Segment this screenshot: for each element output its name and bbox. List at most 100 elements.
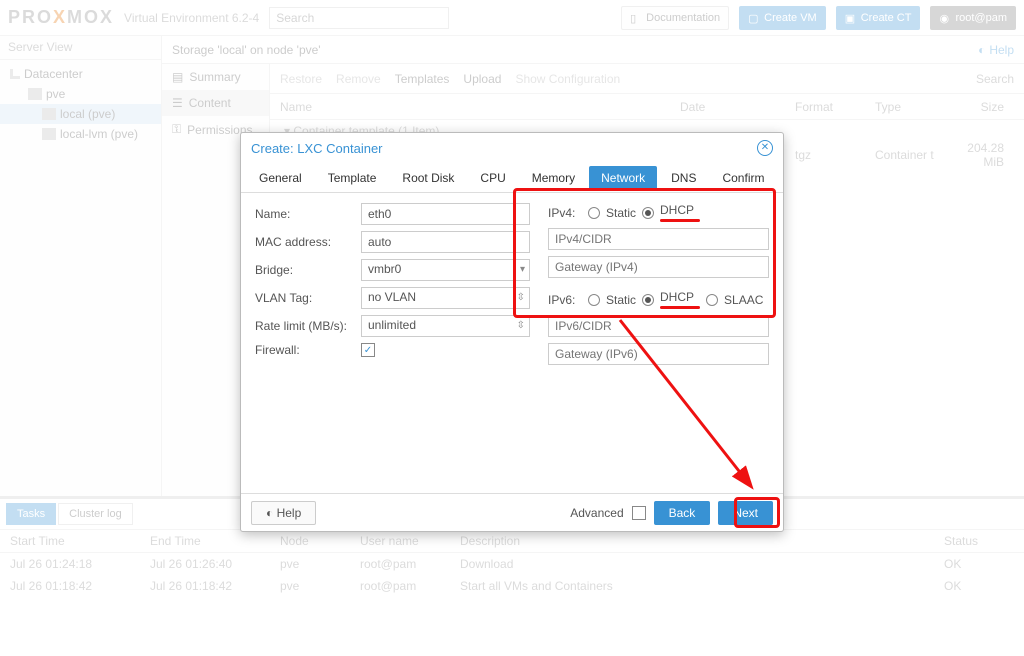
col-user[interactable]: User name xyxy=(350,534,450,548)
bridge-label: Bridge: xyxy=(255,263,355,277)
col-desc[interactable]: Description xyxy=(450,534,934,548)
tree-storage-locallvm[interactable]: local-lvm (pve) xyxy=(0,124,161,144)
grid-toolbar: Restore Remove Templates Upload Show Con… xyxy=(270,64,1024,94)
wizard-tabs: General Template Root Disk CPU Memory Ne… xyxy=(241,163,783,193)
ipv4-dhcp-radio[interactable] xyxy=(642,207,654,219)
col-format[interactable]: Format xyxy=(785,100,865,114)
user-icon: ◉ xyxy=(939,12,951,24)
user-menu[interactable]: ◉root@pam xyxy=(930,6,1016,30)
tab-summary[interactable]: ▤Summary xyxy=(162,64,269,90)
ipv6-static-radio[interactable] xyxy=(588,294,600,306)
col-type[interactable]: Type xyxy=(865,100,945,114)
ipv6-gw-input xyxy=(548,343,769,365)
create-ct-button[interactable]: ▣Create CT xyxy=(836,6,921,30)
notes-icon: ▤ xyxy=(172,70,183,84)
next-button[interactable]: Next xyxy=(718,501,773,525)
tree-node-pve[interactable]: pve xyxy=(0,84,161,104)
disk-icon xyxy=(42,108,56,120)
back-button[interactable]: Back xyxy=(654,501,711,525)
help-link[interactable]: ◐Help xyxy=(978,43,1014,57)
restore-button[interactable]: Restore xyxy=(280,72,322,86)
firewall-checkbox[interactable]: ✓ xyxy=(361,343,375,357)
col-name[interactable]: Name xyxy=(270,100,670,114)
col-starttime[interactable]: Start Time xyxy=(0,534,140,548)
tree-storage-local[interactable]: local (pve) xyxy=(0,104,161,124)
col-endtime[interactable]: End Time xyxy=(140,534,270,548)
lock-icon: ⚿ xyxy=(172,122,181,137)
help-icon: ◐ xyxy=(978,43,985,57)
col-date[interactable]: Date xyxy=(670,100,785,114)
ipv4-cidr-input xyxy=(548,228,769,250)
create-ct-wizard: Create: LXC Container ✕ General Template… xyxy=(240,132,784,532)
ipv4-static-label: Static xyxy=(606,206,636,220)
showcfg-button[interactable]: Show Configuration xyxy=(515,72,620,86)
mac-input[interactable] xyxy=(361,231,530,253)
ipv4-dhcp-label: DHCP xyxy=(660,203,700,222)
tab-network[interactable]: Network xyxy=(589,166,657,190)
help-button[interactable]: ◐ Help xyxy=(251,501,316,525)
modal-footer: ◐ Help Advanced Back Next xyxy=(241,493,783,531)
ipv4-label: IPv4: xyxy=(548,206,582,220)
mac-label: MAC address: xyxy=(255,235,355,249)
tree-datacenter[interactable]: Datacenter xyxy=(0,64,161,84)
tab-dns[interactable]: DNS xyxy=(659,166,708,190)
templates-button[interactable]: Templates xyxy=(395,72,450,86)
tab-cpu[interactable]: CPU xyxy=(468,166,517,190)
server-icon xyxy=(28,88,42,100)
tab-tasks[interactable]: Tasks xyxy=(6,503,56,525)
tab-memory[interactable]: Memory xyxy=(520,166,587,190)
advanced-label: Advanced xyxy=(570,506,623,520)
right-column: IPv4: Static DHCP IPv6: Static DHCP SLAA… xyxy=(548,203,769,483)
tree-head[interactable]: Server View xyxy=(0,36,161,60)
name-input[interactable] xyxy=(361,203,530,225)
help-icon: ◐ xyxy=(266,506,273,520)
global-search[interactable] xyxy=(269,7,449,29)
advanced-checkbox[interactable] xyxy=(632,506,646,520)
list-icon: ☰ xyxy=(172,96,183,110)
vlan-select[interactable]: no VLAN⇳ xyxy=(361,287,530,309)
stepper-icon: ⇳ xyxy=(517,320,525,331)
close-icon[interactable]: ✕ xyxy=(757,140,773,156)
remove-button[interactable]: Remove xyxy=(336,72,381,86)
disk-icon xyxy=(42,128,56,140)
ipv4-gw-input xyxy=(548,256,769,278)
tasks-header: Start Time End Time Node User name Descr… xyxy=(0,529,1024,553)
breadcrumb-text: Storage 'local' on node 'pve' xyxy=(172,43,321,57)
building-icon xyxy=(10,69,20,79)
tab-general[interactable]: General xyxy=(247,166,314,190)
rate-label: Rate limit (MB/s): xyxy=(255,319,355,333)
col-node[interactable]: Node xyxy=(270,534,350,548)
resource-tree: Server View Datacenter pve local (pve) l… xyxy=(0,36,162,496)
task-row[interactable]: Jul 26 01:18:42Jul 26 01:18:42pveroot@pa… xyxy=(0,575,1024,597)
ipv6-cidr-input xyxy=(548,315,769,337)
left-column: Name: MAC address: Bridge:vmbr0▾ VLAN Ta… xyxy=(255,203,530,483)
modal-title: Create: LXC Container xyxy=(251,141,383,156)
ipv6-slaac-radio[interactable] xyxy=(706,294,718,306)
ipv6-dhcp-radio[interactable] xyxy=(642,294,654,306)
firewall-label: Firewall: xyxy=(255,343,355,357)
brand-logo: PROXMOX xyxy=(8,7,114,28)
upload-button[interactable]: Upload xyxy=(463,72,501,86)
tab-template[interactable]: Template xyxy=(316,166,389,190)
monitor-icon: ▢ xyxy=(748,12,760,24)
ipv4-static-radio[interactable] xyxy=(588,207,600,219)
modal-titlebar: Create: LXC Container ✕ xyxy=(241,133,783,163)
app-header: PROXMOX Virtual Environment 6.2-4 ▯Docum… xyxy=(0,0,1024,36)
tab-clusterlog[interactable]: Cluster log xyxy=(58,503,133,525)
col-size[interactable]: Size xyxy=(945,100,1024,114)
tab-content[interactable]: ☰Content xyxy=(162,90,269,116)
col-status[interactable]: Status xyxy=(934,534,1024,548)
tab-rootdisk[interactable]: Root Disk xyxy=(390,166,466,190)
search-input[interactable] xyxy=(269,7,449,29)
rate-input[interactable]: unlimited⇳ xyxy=(361,315,530,337)
ipv6-dhcp-label: DHCP xyxy=(660,290,700,309)
task-row[interactable]: Jul 26 01:24:18Jul 26 01:26:40pveroot@pa… xyxy=(0,553,1024,575)
documentation-button[interactable]: ▯Documentation xyxy=(621,6,729,30)
version-label: Virtual Environment 6.2-4 xyxy=(124,11,259,25)
create-vm-button[interactable]: ▢Create VM xyxy=(739,6,826,30)
name-label: Name: xyxy=(255,207,355,221)
ipv6-label: IPv6: xyxy=(548,293,582,307)
bridge-select[interactable]: vmbr0▾ xyxy=(361,259,530,281)
ipv6-static-label: Static xyxy=(606,293,636,307)
tab-confirm[interactable]: Confirm xyxy=(710,166,776,190)
